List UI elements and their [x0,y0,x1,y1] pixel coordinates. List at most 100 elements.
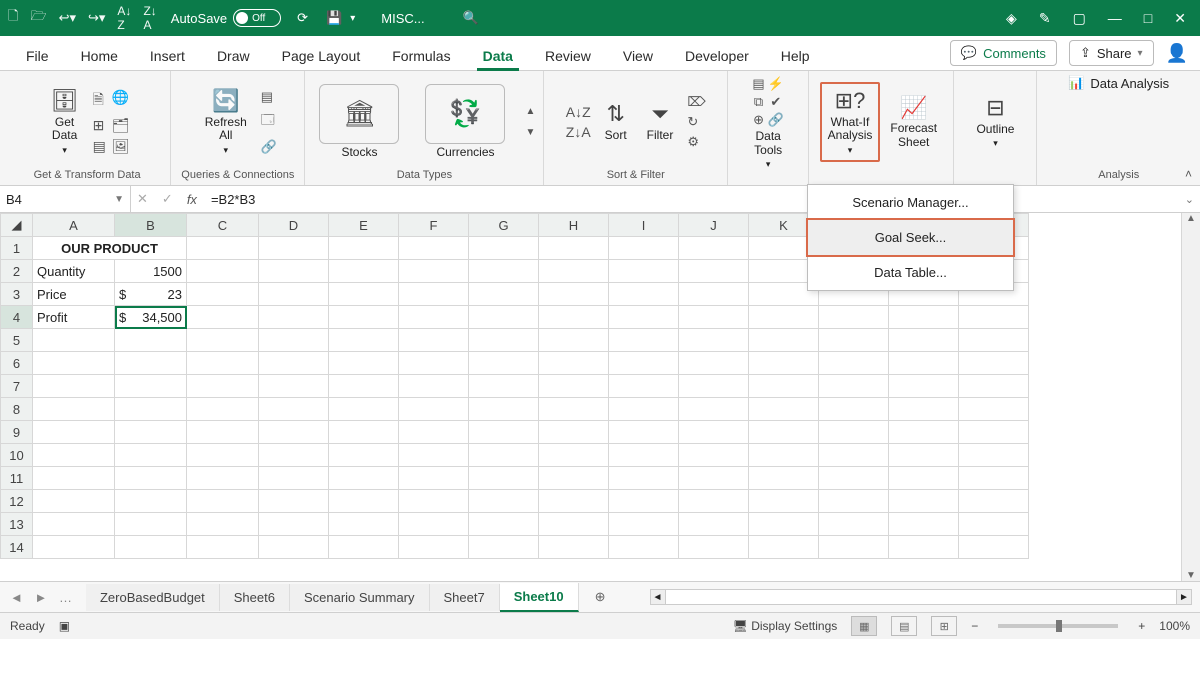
scroll-down-icon[interactable]: ▼ [1186,570,1196,581]
outline-button[interactable]: ⊟Outline▾ [970,93,1020,150]
sheet-tab[interactable]: Sheet7 [430,584,500,611]
row-header[interactable]: 12 [1,490,33,513]
tab-help[interactable]: Help [767,42,824,70]
tab-formulas[interactable]: Formulas [378,42,464,70]
zoom-in-button[interactable]: + [1138,619,1145,633]
cancel-entry-icon[interactable]: ✕ [137,191,148,207]
scroll-up-icon[interactable]: ▲ [525,106,535,117]
row-header[interactable]: 2 [1,260,33,283]
edit-links-icon[interactable]: 🔗 [261,139,277,155]
col-header[interactable]: E [329,214,399,237]
row-header[interactable]: 10 [1,444,33,467]
row-header[interactable]: 1 [1,237,33,260]
chevron-down-icon[interactable]: ▼ [114,194,124,205]
scroll-left-icon[interactable]: ◄ [651,590,666,604]
existing-conn-icon[interactable]: ▤ [93,138,106,155]
data-tools-button[interactable]: ▤⚡ ⧉✔ ⊕🔗 Data Tools▾ [746,75,789,172]
from-web-icon[interactable]: 🌐 [112,89,130,113]
row-header[interactable]: 5 [1,329,33,352]
tab-data[interactable]: Data [469,42,527,70]
zoom-out-button[interactable]: − [971,619,978,633]
col-header[interactable]: H [539,214,609,237]
cell[interactable]: Quantity [33,260,115,283]
share-button[interactable]: ⇪Share▾ [1069,40,1154,66]
sheet-tab[interactable]: Sheet6 [220,584,290,611]
filter-button[interactable]: ⏷Filter [641,99,680,144]
tab-review[interactable]: Review [531,42,605,70]
row-header[interactable]: 9 [1,421,33,444]
cell[interactable]: Price [33,283,115,306]
recent-sources-icon[interactable]: 🗂 [112,117,130,134]
col-header[interactable]: J [679,214,749,237]
sort-desc-icon[interactable]: Z↓A [143,4,156,32]
page-break-view-button[interactable]: ⊞ [931,616,957,636]
record-macro-icon[interactable]: ▣ [59,619,70,633]
get-transform-mini[interactable]: 🗎🌐 ⊞🗂 ▤🖼 [93,89,130,155]
from-text-icon[interactable]: 🗎 [93,89,106,113]
select-all-cell[interactable]: ◢ [1,214,33,237]
tab-insert[interactable]: Insert [136,42,199,70]
save-dropdown-icon[interactable]: ▾ [350,13,355,24]
close-icon[interactable]: ✕ [1174,10,1186,27]
reapply-icon[interactable]: ↻ [687,114,705,130]
save-icon[interactable]: 💾 [326,10,342,26]
collapse-ribbon-icon[interactable]: ˄ [1185,167,1192,181]
col-header[interactable]: G [469,214,539,237]
cell[interactable]: OUR PRODUCT [33,237,187,260]
what-if-analysis-button[interactable]: ⊞?What-If Analysis▾ [820,82,881,161]
sync-icon[interactable]: ⟳ [297,10,308,26]
tab-home[interactable]: Home [67,42,132,70]
from-pic-icon[interactable]: 🖼 [112,138,130,155]
sort-asc-icon[interactable]: A↓Z [117,4,131,32]
vertical-scrollbar[interactable]: ▲▼ [1181,213,1200,581]
zoom-slider[interactable] [998,624,1118,628]
horizontal-scrollbar[interactable]: ◄► [650,589,1193,605]
comments-button[interactable]: 💬Comments [950,40,1057,66]
search-icon[interactable]: 🔍 [463,10,479,26]
properties-icon[interactable]: 🗔 [261,111,277,133]
expand-formula-icon[interactable]: ⌄ [1185,193,1194,206]
get-data-button[interactable]: 🗄Get Data▾ [45,86,85,157]
tab-file[interactable]: File [12,42,63,70]
active-cell[interactable]: $34,500 [115,306,187,329]
queries-icon[interactable]: ▤ [261,89,277,105]
cell[interactable]: 1500 [115,260,187,283]
goal-seek-item[interactable]: Goal Seek... [806,218,1015,257]
worksheet-grid[interactable]: ◢ A B C D E F G H I J K L M N 1 OUR PROD… [0,213,1200,582]
redo-icon[interactable]: ↪▾ [88,10,105,26]
autosave-toggle[interactable]: AutoSave Off [171,9,281,27]
scroll-up-icon[interactable]: ▲ [1186,213,1196,224]
account-icon[interactable]: 👤 [1166,43,1188,64]
col-header[interactable]: A [33,214,115,237]
name-box[interactable]: B4 ▼ [0,186,131,212]
row-header[interactable]: 14 [1,536,33,559]
col-header[interactable]: I [609,214,679,237]
sort-button[interactable]: ⇅Sort [599,99,633,144]
open-file-icon[interactable]: 🗁 [30,7,46,29]
row-header[interactable]: 11 [1,467,33,490]
col-header[interactable]: D [259,214,329,237]
formula-input[interactable]: =B2*B3 [211,192,255,207]
page-layout-view-button[interactable]: ▤ [891,616,917,636]
diamond-icon[interactable]: ◈ [1006,10,1017,27]
row-header[interactable]: 13 [1,513,33,536]
forecast-sheet-button[interactable]: 📈Forecast Sheet [884,93,943,152]
col-header[interactable]: C [187,214,259,237]
sheet-nav[interactable]: ◄ ► … [0,590,86,605]
sort-az-icon[interactable]: A↓Z [566,104,591,120]
row-header[interactable]: 7 [1,375,33,398]
clear-filter-icon[interactable]: ⌦ [687,94,705,110]
scenario-manager-item[interactable]: Scenario Manager... [808,185,1013,220]
zoom-level[interactable]: 100% [1159,619,1190,633]
pen-icon[interactable]: ✎ [1039,10,1051,27]
data-table-item[interactable]: Data Table... [808,255,1013,290]
ribbon-mode-icon[interactable]: ▢ [1073,10,1086,27]
col-header[interactable]: B [115,214,187,237]
col-header[interactable]: F [399,214,469,237]
maximize-icon[interactable]: □ [1144,10,1152,26]
cell[interactable]: Profit [33,306,115,329]
tab-view[interactable]: View [609,42,667,70]
new-file-icon[interactable]: 🗋 [8,7,18,29]
data-analysis-button[interactable]: 📊Data Analysis [1068,75,1169,91]
stocks-button[interactable]: 🏛Stocks [313,82,405,162]
